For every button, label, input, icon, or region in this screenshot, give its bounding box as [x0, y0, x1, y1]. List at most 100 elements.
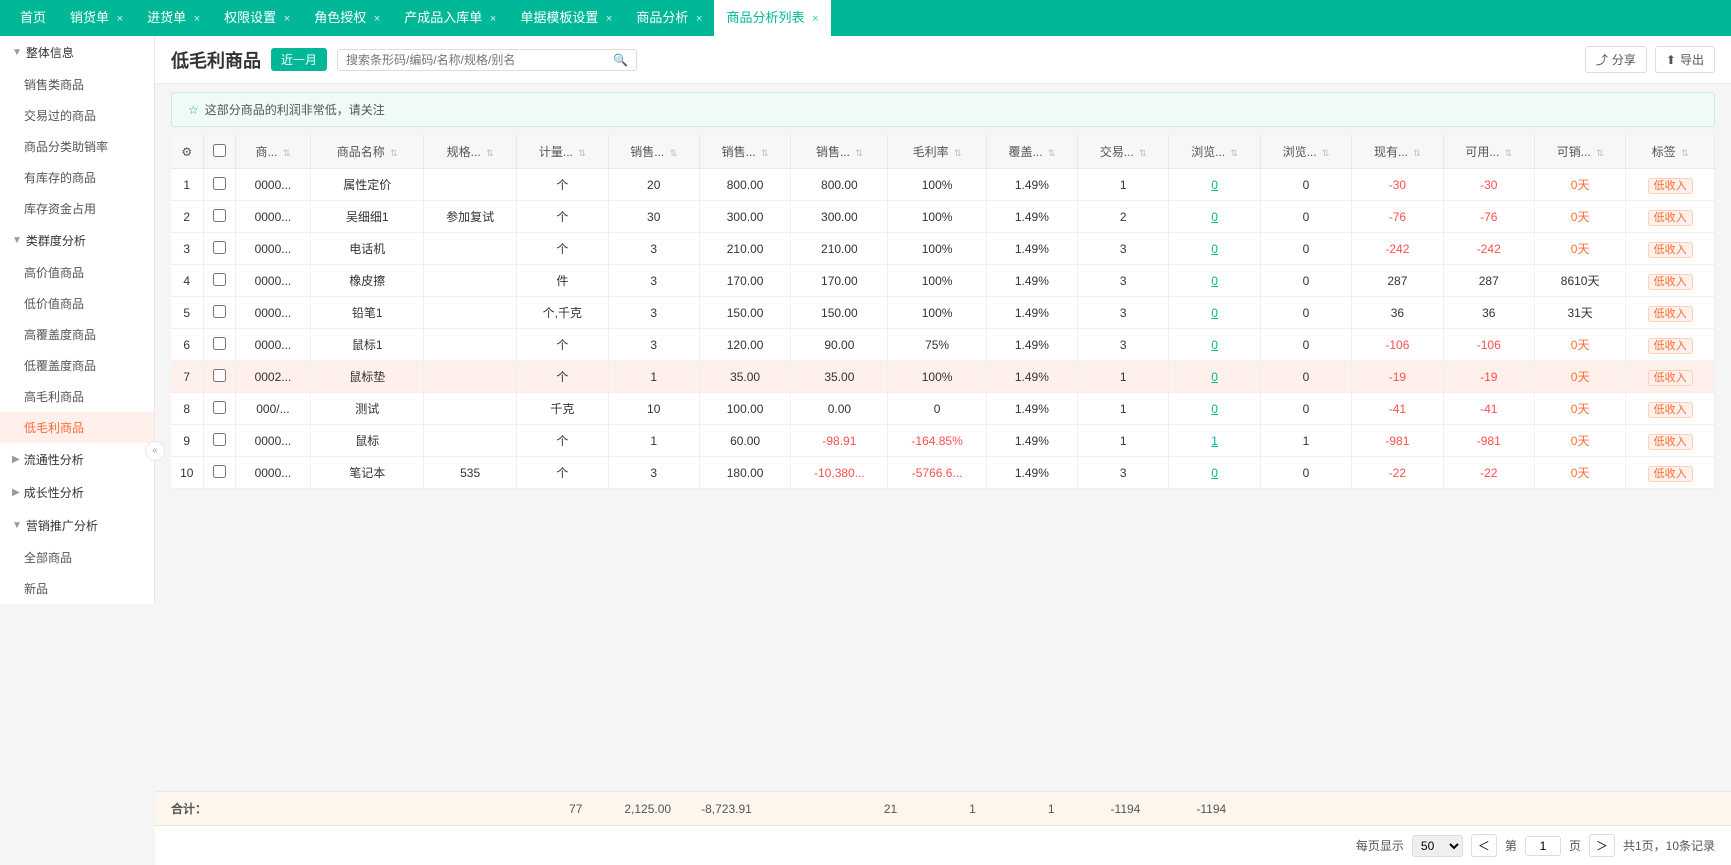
nav-sales-close[interactable]: ×	[117, 13, 123, 25]
cell-checkbox[interactable]	[203, 169, 235, 201]
nav-purchase[interactable]: 进货单 ×	[135, 0, 212, 36]
cell-sales-qty: 1	[608, 361, 699, 393]
row-checkbox-5[interactable]	[213, 337, 226, 350]
sort-coverage-icon[interactable]: ⇅	[1048, 148, 1056, 158]
per-page-select[interactable]: 50 100 200	[1412, 835, 1463, 857]
row-checkbox-3[interactable]	[213, 273, 226, 286]
sidebar-item-high-coverage[interactable]: 高覆盖度商品	[0, 319, 154, 350]
sidebar-item-all-products[interactable]: 全部商品	[0, 542, 154, 573]
nav-home[interactable]: 首页	[8, 0, 58, 36]
cell-checkbox[interactable]	[203, 297, 235, 329]
sidebar-group-circulation[interactable]: ▶ 流通性分析	[0, 443, 154, 476]
sidebar-item-inventory-capital[interactable]: 库存资金占用	[0, 193, 154, 224]
sidebar-item-sales-products[interactable]: 销售类商品	[0, 69, 154, 100]
nav-product-analysis-close[interactable]: ×	[696, 13, 702, 25]
cell-checkbox[interactable]	[203, 361, 235, 393]
row-checkbox-6[interactable]	[213, 369, 226, 382]
search-icon[interactable]: 🔍	[613, 53, 628, 67]
cell-checkbox[interactable]	[203, 393, 235, 425]
cell-checkbox[interactable]	[203, 329, 235, 361]
sort-view2-icon[interactable]: ⇅	[1322, 148, 1330, 158]
row-checkbox-4[interactable]	[213, 305, 226, 318]
search-input[interactable]	[346, 53, 613, 67]
nav-product-entry-close[interactable]: ×	[490, 13, 496, 25]
sidebar-item-new-products[interactable]: 新品	[0, 573, 154, 604]
date-filter-button[interactable]: 近一月	[271, 48, 327, 71]
sidebar-item-category-sales-rate[interactable]: 商品分类助销率	[0, 131, 154, 162]
sort-trade-icon[interactable]: ⇅	[1139, 148, 1147, 158]
sort-sales-profit-icon[interactable]: ⇅	[855, 148, 863, 158]
cell-view1[interactable]: 0	[1169, 393, 1260, 425]
nav-template-settings-close[interactable]: ×	[606, 13, 612, 25]
sort-code-icon[interactable]: ⇅	[283, 148, 291, 158]
cell-checkbox[interactable]	[203, 233, 235, 265]
sort-sales-price-icon[interactable]: ⇅	[761, 148, 769, 158]
cell-sales-profit: 0.00	[791, 393, 888, 425]
row-checkbox-7[interactable]	[213, 401, 226, 414]
row-checkbox-1[interactable]	[213, 209, 226, 222]
sort-unit-icon[interactable]: ⇅	[578, 148, 586, 158]
row-checkbox-0[interactable]	[213, 177, 226, 190]
nav-purchase-close[interactable]: ×	[194, 13, 200, 25]
sidebar-item-traded-products[interactable]: 交易过的商品	[0, 100, 154, 131]
cell-coverage: 1.49%	[986, 233, 1077, 265]
row-checkbox-9[interactable]	[213, 465, 226, 478]
nav-permissions-close[interactable]: ×	[284, 13, 290, 25]
cell-view1[interactable]: 1	[1169, 425, 1260, 457]
export-button[interactable]: ⬆ 导出	[1655, 46, 1715, 73]
sidebar-group-growth[interactable]: ▶ 成长性分析	[0, 476, 154, 509]
sidebar-item-low-value[interactable]: 低价值商品	[0, 288, 154, 319]
nav-roles[interactable]: 角色授权 ×	[302, 0, 392, 36]
sidebar-group-marketing[interactable]: ▼ 营销推广分析	[0, 509, 154, 542]
cell-checkbox[interactable]	[203, 425, 235, 457]
cell-checkbox[interactable]	[203, 201, 235, 233]
sidebar-collapse-button[interactable]: «	[145, 441, 165, 461]
table-body: 1 0000... 属性定价 个 20 800.00 800.00 100% 1…	[171, 169, 1715, 489]
sidebar-item-high-value[interactable]: 高价值商品	[0, 257, 154, 288]
col-config[interactable]: ⚙	[171, 135, 203, 169]
sidebar-item-low-coverage[interactable]: 低覆盖度商品	[0, 350, 154, 381]
cell-view1[interactable]: 0	[1169, 297, 1260, 329]
sidebar-item-in-stock-products[interactable]: 有库存的商品	[0, 162, 154, 193]
nav-product-analysis-list-close[interactable]: ×	[812, 13, 818, 25]
cell-checkbox[interactable]	[203, 457, 235, 489]
cell-view1[interactable]: 0	[1169, 361, 1260, 393]
nav-permissions[interactable]: 权限设置 ×	[212, 0, 302, 36]
cell-view1[interactable]: 0	[1169, 233, 1260, 265]
cell-view1[interactable]: 0	[1169, 201, 1260, 233]
cell-view1[interactable]: 0	[1169, 265, 1260, 297]
cell-view1[interactable]: 0	[1169, 457, 1260, 489]
nav-product-analysis-list[interactable]: 商品分析列表 ×	[714, 0, 830, 36]
nav-product-analysis[interactable]: 商品分析 ×	[624, 0, 714, 36]
sidebar-group-overall[interactable]: ▼ 整体信息	[0, 36, 154, 69]
nav-product-entry[interactable]: 产成品入库单 ×	[392, 0, 508, 36]
sort-view1-icon[interactable]: ⇅	[1231, 148, 1239, 158]
sort-current-stock-icon[interactable]: ⇅	[1413, 148, 1421, 158]
cell-sales-qty: 3	[608, 297, 699, 329]
share-button[interactable]: ⤴ 分享	[1585, 46, 1647, 73]
sort-sellable-days-icon[interactable]: ⇅	[1596, 148, 1604, 158]
row-checkbox-2[interactable]	[213, 241, 226, 254]
total-sales-profit: -8,723.91	[701, 802, 752, 816]
sidebar-group-cluster[interactable]: ▼ 类群度分析	[0, 224, 154, 257]
page-number-input[interactable]	[1525, 836, 1561, 856]
nav-roles-close[interactable]: ×	[374, 13, 380, 25]
sort-gross-margin-icon[interactable]: ⇅	[954, 148, 962, 158]
sidebar-item-low-margin[interactable]: 低毛利商品	[0, 412, 154, 443]
row-checkbox-8[interactable]	[213, 433, 226, 446]
nav-sales[interactable]: 销货单 ×	[58, 0, 135, 36]
select-all-checkbox[interactable]	[213, 144, 226, 157]
prev-page-button[interactable]: ＜	[1471, 834, 1497, 857]
cell-checkbox[interactable]	[203, 265, 235, 297]
cell-view1[interactable]: 0	[1169, 169, 1260, 201]
sort-tag-icon[interactable]: ⇅	[1681, 148, 1689, 158]
sort-sales-qty-icon[interactable]: ⇅	[670, 148, 678, 158]
sort-name-icon[interactable]: ⇅	[390, 148, 398, 158]
next-page-button[interactable]: ＞	[1589, 834, 1615, 857]
sort-spec-icon[interactable]: ⇅	[486, 148, 494, 158]
cell-view1[interactable]: 0	[1169, 329, 1260, 361]
col-name: 商品名称 ⇅	[311, 135, 424, 169]
sort-available-stock-icon[interactable]: ⇅	[1505, 148, 1513, 158]
nav-template-settings[interactable]: 单据模板设置 ×	[508, 0, 624, 36]
sidebar-item-high-margin[interactable]: 高毛利商品	[0, 381, 154, 412]
